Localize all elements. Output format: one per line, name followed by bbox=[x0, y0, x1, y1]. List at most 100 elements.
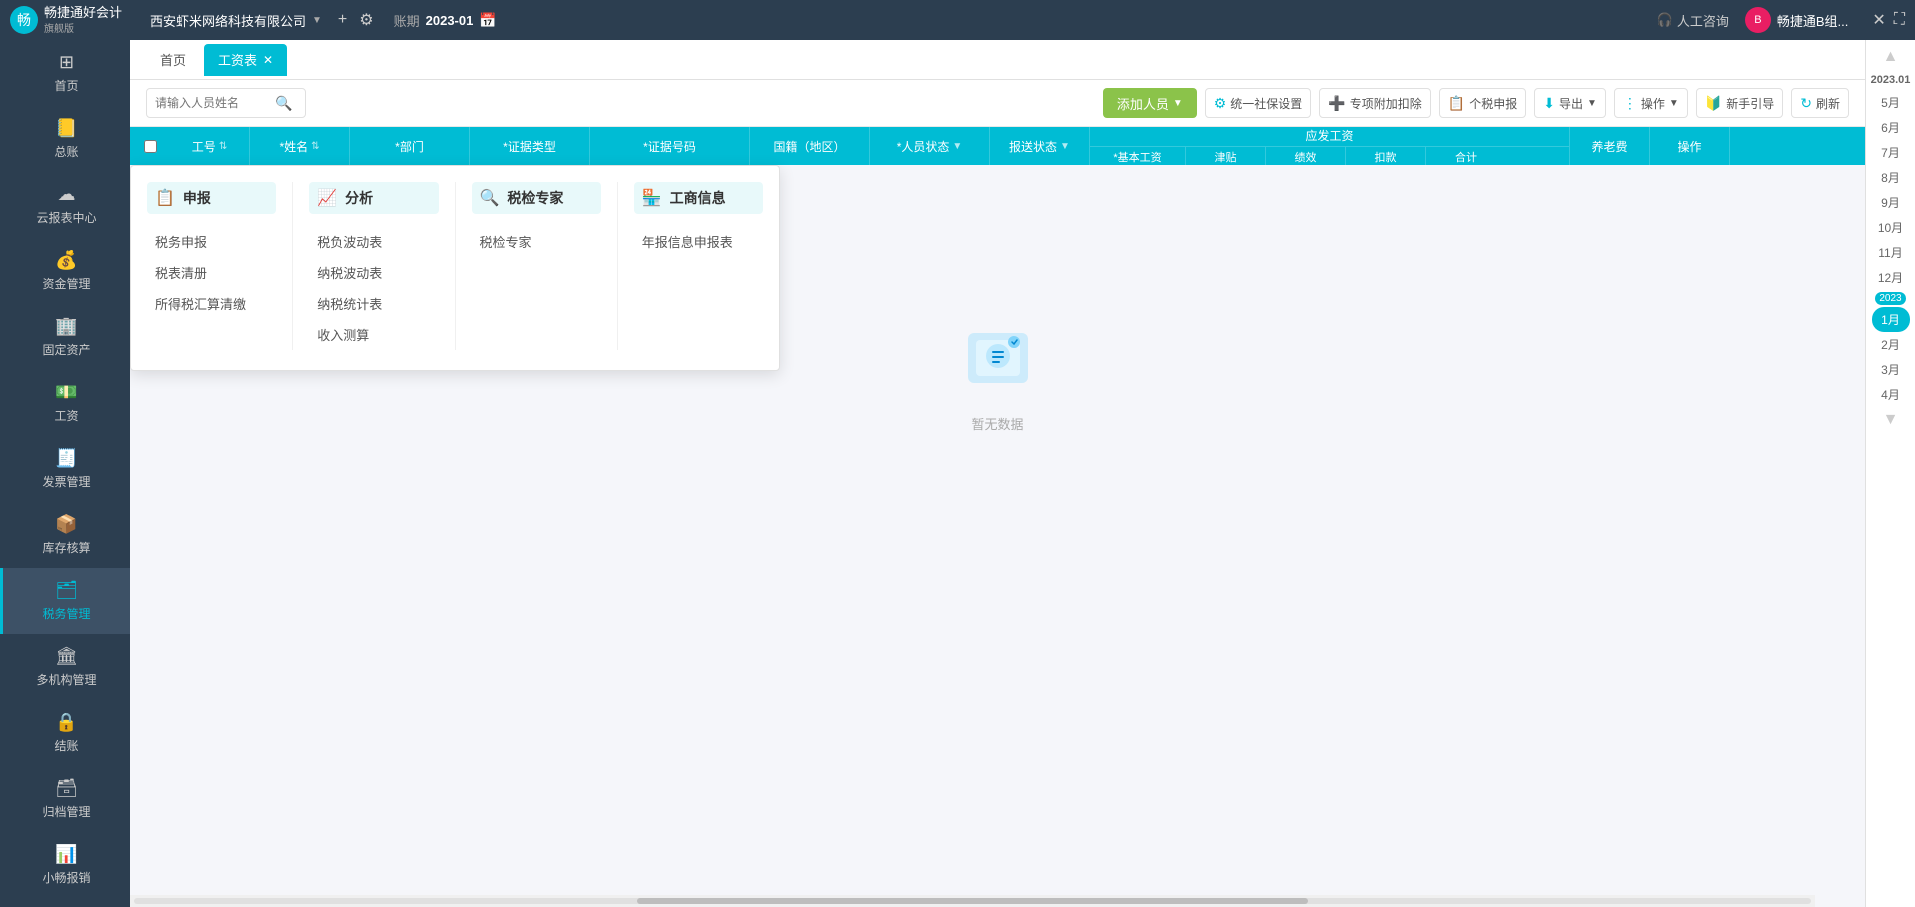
special-deduction-button[interactable]: ➕ 专项附加扣除 bbox=[1319, 88, 1430, 118]
top-actions: + ⚙ bbox=[338, 10, 374, 30]
rp-year-label: 2023.01 bbox=[1871, 70, 1911, 90]
th-allowance: 津贴 bbox=[1186, 147, 1266, 167]
right-panel: ▲ 2023.01 5月 6月 7月 8月 9月 10月 11月 12月 202… bbox=[1865, 40, 1915, 907]
sidebar-item-ledger[interactable]: 📒 总账 bbox=[0, 106, 130, 172]
tax-declaration-button[interactable]: 📋 个税申报 bbox=[1439, 88, 1526, 118]
avatar: B bbox=[1745, 7, 1771, 33]
rp-nav-up[interactable]: ▲ bbox=[1879, 44, 1903, 70]
refresh-icon: ↻ bbox=[1800, 95, 1812, 112]
th-report-status[interactable]: 报送状态 ▼ bbox=[990, 127, 1090, 165]
sidebar-item-report[interactable]: 📊 小畅报销 bbox=[0, 832, 130, 898]
dp-section-header-expert: 🔍 税检专家 bbox=[472, 182, 601, 214]
app-layout: ⊞ 首页 📒 总账 ☁ 云报表中心 💰 资金管理 🏢 固定资产 💵 工资 🧾 发… bbox=[0, 40, 1915, 907]
export-button[interactable]: ⬇ 导出 ▼ bbox=[1534, 88, 1606, 118]
dp-item-annual-report[interactable]: 年报信息申报表 bbox=[634, 226, 763, 257]
rp-month-3[interactable]: 3月 bbox=[1872, 357, 1910, 382]
dp-item-tax-fluctuation[interactable]: 税负波动表 bbox=[309, 226, 438, 257]
tab-salary-label: 工资表 bbox=[218, 50, 257, 69]
horizontal-scrollbar[interactable] bbox=[130, 895, 1815, 907]
sidebar-item-invoice[interactable]: 🧾 发票管理 bbox=[0, 436, 130, 502]
declaration-icon: 📋 bbox=[155, 188, 175, 208]
dp-item-income-tax[interactable]: 所得税汇算清缴 bbox=[147, 288, 276, 319]
rp-month-11[interactable]: 11月 bbox=[1872, 240, 1910, 265]
search-input[interactable] bbox=[155, 96, 275, 110]
sidebar-item-label: 工资 bbox=[54, 407, 78, 424]
sort-name-icon: ⇅ bbox=[311, 141, 319, 152]
expand-icon[interactable]: ⛶ bbox=[1894, 11, 1905, 29]
rp-month-5[interactable]: 5月 bbox=[1872, 90, 1910, 115]
company-selector[interactable]: 西安虾米网络科技有限公司 ▼ bbox=[150, 11, 322, 30]
dp-item-income-estimate[interactable]: 收入测算 bbox=[309, 319, 438, 350]
fund-icon: 💰 bbox=[55, 250, 77, 271]
rp-month-2[interactable]: 2月 bbox=[1872, 332, 1910, 357]
sidebar-item-cloud[interactable]: ☁ 云报表中心 bbox=[0, 172, 130, 238]
dp-item-tax-payment-fluctuation[interactable]: 纳税波动表 bbox=[309, 257, 438, 288]
tax-dropdown-popup: 📋 申报 税务申报 税表清册 所得税汇算清缴 📈 分析 税负波动表 纳税波动表 … bbox=[130, 165, 780, 371]
dp-section-header-analysis: 📈 分析 bbox=[309, 182, 438, 214]
sidebar-item-assets[interactable]: 🏢 固定资产 bbox=[0, 304, 130, 370]
guide-toolbar-icon: 🔰 bbox=[1705, 95, 1722, 112]
rp-month-10[interactable]: 10月 bbox=[1872, 215, 1910, 240]
sidebar-item-multi[interactable]: 🏛 多机构管理 bbox=[0, 634, 130, 700]
sidebar-item-archive[interactable]: 🗃 归档管理 bbox=[0, 766, 130, 832]
dp-item-tax-table[interactable]: 税表清册 bbox=[147, 257, 276, 288]
checkbox-input[interactable] bbox=[144, 140, 157, 153]
tab-close-button[interactable]: ✕ bbox=[263, 53, 273, 67]
company-name: 西安虾米网络科技有限公司 bbox=[150, 11, 306, 30]
add-company-button[interactable]: + bbox=[338, 11, 347, 29]
cloud-icon: ☁ bbox=[58, 184, 76, 205]
sidebar-item-label: 归档管理 bbox=[42, 803, 90, 820]
tab-salary-table[interactable]: 工资表 ✕ bbox=[204, 44, 287, 76]
add-person-button[interactable]: 添加人员 ▼ bbox=[1103, 88, 1197, 118]
dp-item-tax-declaration[interactable]: 税务申报 bbox=[147, 226, 276, 257]
rp-nav-down[interactable]: ▼ bbox=[1879, 407, 1903, 433]
sidebar-item-tax[interactable]: 🗂 税务管理 bbox=[0, 568, 130, 634]
salary-icon: 💵 bbox=[55, 382, 77, 403]
dp-section-biz-info: 🏪 工商信息 年报信息申报表 bbox=[618, 182, 779, 350]
th-id[interactable]: 工号 ⇅ bbox=[170, 127, 250, 165]
sidebar-item-fund[interactable]: 💰 资金管理 bbox=[0, 238, 130, 304]
new-guide-button[interactable]: 🔰 新手引导 bbox=[1696, 88, 1783, 118]
dp-item-tax-expert[interactable]: 税检专家 bbox=[472, 226, 601, 257]
report-icon: 📊 bbox=[55, 844, 77, 865]
rp-month-1[interactable]: 1月 bbox=[1872, 307, 1910, 332]
tab-home-label: 首页 bbox=[160, 50, 186, 69]
service-button[interactable]: 🎧 人工咨询 bbox=[1657, 11, 1729, 30]
sidebar-item-label: 资金管理 bbox=[42, 275, 90, 292]
sidebar-item-label: 固定资产 bbox=[42, 341, 90, 358]
dp-item-tax-stats[interactable]: 纳税统计表 bbox=[309, 288, 438, 319]
sidebar-item-label: 税务管理 bbox=[42, 605, 90, 622]
th-name[interactable]: *姓名 ⇅ bbox=[250, 127, 350, 165]
filter-status-icon: ▼ bbox=[952, 141, 962, 152]
sidebar-item-inventory[interactable]: 📦 库存核算 bbox=[0, 502, 130, 568]
th-total: 合计 bbox=[1426, 147, 1506, 167]
period-area: 账期 2023-01 📅 bbox=[394, 11, 497, 30]
rp-month-6[interactable]: 6月 bbox=[1872, 115, 1910, 140]
search-icon[interactable]: 🔍 bbox=[275, 95, 292, 112]
settings-button[interactable]: ⚙ bbox=[359, 10, 373, 30]
tab-home[interactable]: 首页 bbox=[146, 44, 200, 76]
action-button[interactable]: ⋮ 操作 ▼ bbox=[1614, 88, 1688, 118]
rp-month-7[interactable]: 7月 bbox=[1872, 140, 1910, 165]
rp-month-8[interactable]: 8月 bbox=[1872, 165, 1910, 190]
social-icon: ⚙ bbox=[1214, 95, 1227, 112]
th-status[interactable]: *人员状态 ▼ bbox=[870, 127, 990, 165]
analysis-icon: 📈 bbox=[317, 188, 337, 208]
headset-icon: 🎧 bbox=[1657, 12, 1673, 28]
calendar-icon[interactable]: 📅 bbox=[479, 12, 496, 29]
logo-text: 畅捷通好会计 旗舰版 bbox=[44, 5, 122, 36]
select-all-checkbox[interactable] bbox=[130, 140, 170, 153]
sidebar-item-close[interactable]: 🔒 结账 bbox=[0, 700, 130, 766]
user-info[interactable]: B 畅捷通B组... bbox=[1745, 7, 1849, 33]
close-icon[interactable]: ✕ bbox=[1872, 10, 1885, 30]
rp-month-4[interactable]: 4月 bbox=[1872, 382, 1910, 407]
sidebar-item-basic[interactable]: ⚙ 基础设置 bbox=[0, 898, 130, 907]
refresh-button[interactable]: ↻ 刷新 bbox=[1791, 88, 1849, 118]
sidebar-item-label: 首页 bbox=[54, 77, 78, 94]
sidebar-item-home[interactable]: ⊞ 首页 bbox=[0, 40, 130, 106]
rp-month-12[interactable]: 12月 bbox=[1872, 265, 1910, 290]
rp-month-9[interactable]: 9月 bbox=[1872, 190, 1910, 215]
th-dept: *部门 bbox=[350, 127, 470, 165]
sidebar-item-salary[interactable]: 💵 工资 bbox=[0, 370, 130, 436]
social-security-button[interactable]: ⚙ 统一社保设置 bbox=[1205, 88, 1312, 118]
